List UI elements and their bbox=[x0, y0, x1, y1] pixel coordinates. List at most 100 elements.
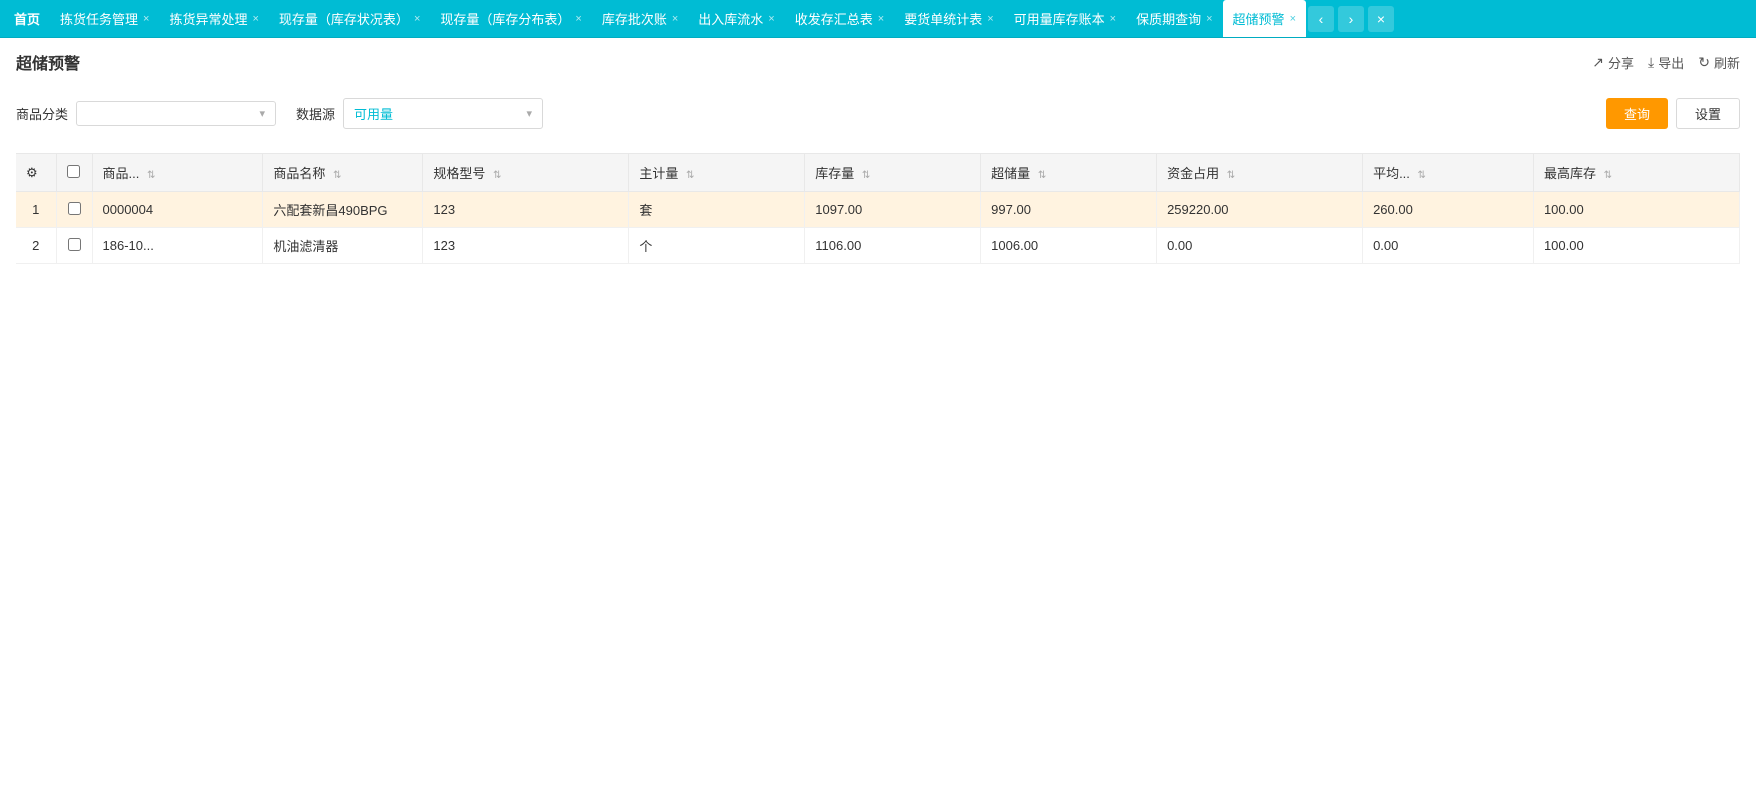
table-body: 1 0000004 六配套新昌490BPG 123 套 1097.00 997.… bbox=[16, 192, 1740, 264]
col-spec-label: 规格型号 bbox=[433, 166, 485, 181]
row-number-1: 2 bbox=[16, 228, 56, 264]
close-available-account[interactable]: × bbox=[1110, 13, 1116, 25]
close-inout-flow[interactable]: × bbox=[768, 13, 774, 25]
sort-product-name-icon[interactable]: ⇅ bbox=[333, 170, 341, 181]
col-stock-qty: 库存量 ⇅ bbox=[805, 154, 981, 192]
product-name-1: 机油滤清器 bbox=[263, 228, 423, 264]
filter-actions: 查询 设置 bbox=[1606, 98, 1740, 129]
nav-label-inout-flow: 出入库流水 bbox=[698, 9, 763, 28]
sort-unit-icon[interactable]: ⇅ bbox=[686, 170, 694, 181]
sort-stock-qty-icon[interactable]: ⇅ bbox=[862, 170, 870, 181]
spec-1: 123 bbox=[423, 228, 629, 264]
share-button[interactable]: ↗ 分享 bbox=[1592, 53, 1634, 72]
filter-row: 商品分类 ▾ 数据源 可用量 ▾ 查询 设置 bbox=[16, 88, 1740, 139]
nav-label-shelf-life: 保质期查询 bbox=[1136, 9, 1201, 28]
overstock-qty-1: 1006.00 bbox=[981, 228, 1157, 264]
nav-label-order-stats: 要货单统计表 bbox=[904, 9, 982, 28]
close-order-stats[interactable]: × bbox=[987, 13, 993, 25]
nav-item-task-mgmt[interactable]: 拣货任务管理 × bbox=[50, 0, 159, 38]
close-inventory-dist[interactable]: × bbox=[575, 13, 581, 25]
close-overstock[interactable]: × bbox=[1290, 13, 1296, 25]
sort-avg-icon[interactable]: ⇅ bbox=[1418, 170, 1426, 181]
nav-more-arrow[interactable]: × bbox=[1368, 6, 1394, 32]
nav-item-overstock[interactable]: 超储预警 × bbox=[1223, 0, 1306, 38]
close-task-mgmt[interactable]: × bbox=[143, 13, 149, 25]
close-inventory-status[interactable]: × bbox=[414, 13, 420, 25]
category-select[interactable]: ▾ bbox=[76, 101, 276, 126]
nav-label-collect-summary: 收发存汇总表 bbox=[795, 9, 873, 28]
nav-item-batch[interactable]: 库存批次账 × bbox=[592, 0, 688, 38]
nav-item-available-account[interactable]: 可用量库存账本 × bbox=[1004, 0, 1126, 38]
col-product-code-label: 商品... bbox=[103, 166, 140, 181]
close-batch[interactable]: × bbox=[672, 13, 678, 25]
sort-capital-occupied-icon[interactable]: ⇅ bbox=[1227, 170, 1235, 181]
row-checkbox-1[interactable] bbox=[68, 238, 81, 251]
avg-0: 260.00 bbox=[1363, 192, 1534, 228]
share-label: 分享 bbox=[1608, 53, 1634, 72]
row-checkbox-0[interactable] bbox=[68, 202, 81, 215]
table-row: 1 0000004 六配套新昌490BPG 123 套 1097.00 997.… bbox=[16, 192, 1740, 228]
datasource-value: 可用量 bbox=[354, 104, 393, 123]
col-stock-qty-label: 库存量 bbox=[815, 166, 854, 181]
nav-item-shelf-life[interactable]: 保质期查询 × bbox=[1126, 0, 1222, 38]
col-gear: ⚙ bbox=[16, 154, 56, 192]
datasource-filter: 数据源 可用量 ▾ bbox=[296, 98, 543, 129]
unit-0: 套 bbox=[629, 192, 805, 228]
datasource-arrow-icon: ▾ bbox=[527, 107, 533, 120]
datasource-label: 数据源 bbox=[296, 104, 335, 123]
export-button[interactable]: ⤓ 导出 bbox=[1648, 53, 1684, 72]
nav-item-home[interactable]: 首页 bbox=[4, 0, 50, 38]
col-spec: 规格型号 ⇅ bbox=[423, 154, 629, 192]
unit-1: 个 bbox=[629, 228, 805, 264]
nav-label-home: 首页 bbox=[14, 9, 40, 28]
sort-max-stock-icon[interactable]: ⇅ bbox=[1604, 170, 1612, 181]
col-max-stock-label: 最高库存 bbox=[1544, 166, 1596, 181]
capital-occupied-1: 0.00 bbox=[1157, 228, 1363, 264]
category-filter: 商品分类 ▾ bbox=[16, 101, 276, 126]
nav-item-inventory-dist[interactable]: 现存量（库存分布表） × bbox=[430, 0, 591, 38]
avg-1: 0.00 bbox=[1363, 228, 1534, 264]
settings-button[interactable]: 设置 bbox=[1676, 98, 1740, 129]
datasource-select[interactable]: 可用量 ▾ bbox=[343, 98, 543, 129]
col-overstock-qty: 超储量 ⇅ bbox=[981, 154, 1157, 192]
nav-item-inout-flow[interactable]: 出入库流水 × bbox=[688, 0, 784, 38]
max-stock-0: 100.00 bbox=[1533, 192, 1739, 228]
nav-item-abnormal[interactable]: 拣货异常处理 × bbox=[159, 0, 268, 38]
col-capital-occupied: 资金占用 ⇅ bbox=[1157, 154, 1363, 192]
col-overstock-qty-label: 超储量 bbox=[991, 166, 1030, 181]
nav-label-available-account: 可用量库存账本 bbox=[1014, 9, 1105, 28]
page-header: 超储预警 ↗ 分享 ⤓ 导出 ↻ 刷新 bbox=[16, 50, 1740, 74]
nav-item-collect-summary[interactable]: 收发存汇总表 × bbox=[785, 0, 894, 38]
col-avg-label: 平均... bbox=[1373, 166, 1410, 181]
sort-spec-icon[interactable]: ⇅ bbox=[493, 170, 501, 181]
nav-prev-arrow[interactable]: ‹ bbox=[1308, 6, 1334, 32]
nav-item-order-stats[interactable]: 要货单统计表 × bbox=[894, 0, 1003, 38]
header-actions: ↗ 分享 ⤓ 导出 ↻ 刷新 bbox=[1592, 53, 1740, 72]
close-abnormal[interactable]: × bbox=[252, 13, 258, 25]
close-shelf-life[interactable]: × bbox=[1206, 13, 1212, 25]
top-nav: 首页 拣货任务管理 × 拣货异常处理 × 现存量（库存状况表） × 现存量（库存… bbox=[0, 0, 1756, 38]
nav-label-inventory-status: 现存量（库存状况表） bbox=[279, 9, 409, 28]
stock-qty-0: 1097.00 bbox=[805, 192, 981, 228]
overstock-qty-0: 997.00 bbox=[981, 192, 1157, 228]
gear-icon[interactable]: ⚙ bbox=[26, 165, 38, 180]
query-button[interactable]: 查询 bbox=[1606, 98, 1668, 129]
col-capital-occupied-label: 资金占用 bbox=[1167, 166, 1219, 181]
sort-product-code-icon[interactable]: ⇅ bbox=[147, 170, 155, 181]
product-code-0: 0000004 bbox=[92, 192, 263, 228]
col-unit: 主计量 ⇅ bbox=[629, 154, 805, 192]
export-icon: ⤓ bbox=[1648, 54, 1654, 71]
col-product-name-label: 商品名称 bbox=[273, 166, 325, 181]
nav-label-overstock: 超储预警 bbox=[1233, 9, 1285, 28]
table-header-row: ⚙ 商品... ⇅ 商品名称 ⇅ 规格型号 ⇅ 主计量 bbox=[16, 154, 1740, 192]
row-number-0: 1 bbox=[16, 192, 56, 228]
export-label: 导出 bbox=[1658, 53, 1684, 72]
close-collect-summary[interactable]: × bbox=[878, 13, 884, 25]
nav-item-inventory-status[interactable]: 现存量（库存状况表） × bbox=[269, 0, 430, 38]
select-all-checkbox[interactable] bbox=[67, 165, 80, 178]
nav-next-arrow[interactable]: › bbox=[1338, 6, 1364, 32]
refresh-button[interactable]: ↻ 刷新 bbox=[1698, 53, 1740, 72]
sort-overstock-qty-icon[interactable]: ⇅ bbox=[1038, 170, 1046, 181]
page-title: 超储预警 bbox=[16, 50, 80, 74]
row-checkbox-cell-0 bbox=[56, 192, 92, 228]
